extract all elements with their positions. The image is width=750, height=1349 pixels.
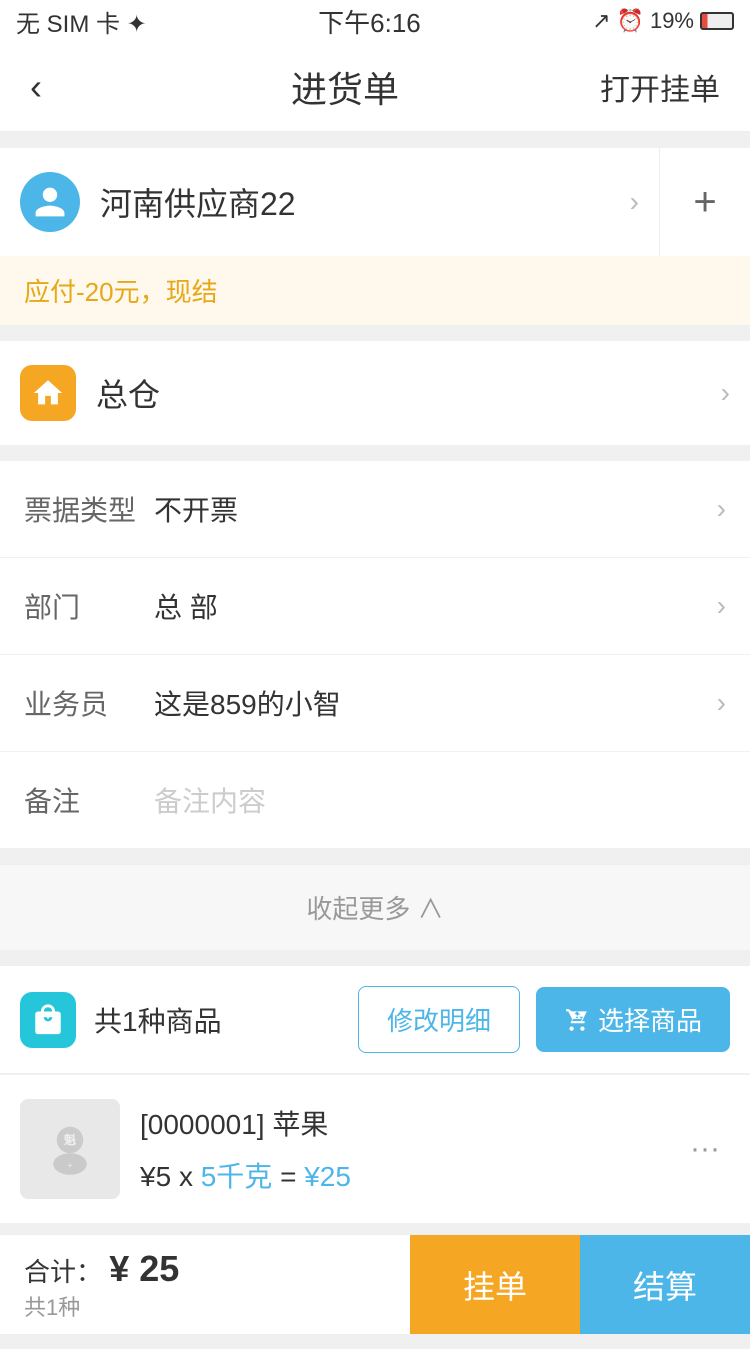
status-bar: 无 SIM 卡 ✦ 下午6:16 ↗ ⏰ 19% (0, 0, 750, 42)
order-count: 共1种 (24, 1290, 386, 1322)
battery-level: 19% (650, 8, 694, 34)
department-row[interactable]: 部门 总 部 › (0, 558, 750, 655)
chevron-right-icon: › (717, 687, 726, 719)
battery-icon (700, 12, 734, 30)
home-icon (31, 376, 65, 410)
edit-detail-button[interactable]: 修改明细 (358, 986, 520, 1053)
total-amount: ¥ 25 (109, 1248, 179, 1289)
unit-price: ¥5 (140, 1161, 171, 1192)
status-right: ↗ ⏰ 19% (592, 8, 734, 34)
products-header: 共1种商品 修改明细 选择商品 (0, 966, 750, 1073)
order-summary: 合计： ¥ 25 共1种 (0, 1235, 410, 1334)
nav-bar: ‹ 进货单 打开挂单 (0, 42, 750, 132)
collapse-button[interactable]: 收起更多 ∧ (0, 864, 750, 950)
hang-order-button[interactable]: 挂单 (410, 1235, 580, 1334)
salesperson-label: 业务员 (24, 683, 154, 723)
form-section: 票据类型 不开票 › 部门 总 部 › 业务员 这是859的小智 › 备注 备注… (0, 461, 750, 848)
ticket-type-row[interactable]: 票据类型 不开票 › (0, 461, 750, 558)
product-item: 魁 + [0000001] 苹果 ¥5 x 5千克 = ¥25 ··· (0, 1075, 750, 1223)
warehouse-selector[interactable]: 总仓 › (0, 341, 750, 445)
supplier-selector[interactable]: 河南供应商22 › (0, 148, 660, 256)
warehouse-icon (20, 365, 76, 421)
cart-add-icon (564, 1007, 590, 1033)
salesperson-value: 这是859的小智 (154, 683, 707, 723)
chevron-right-icon: › (630, 186, 639, 218)
product-price-detail: ¥5 x 5千克 = ¥25 (140, 1155, 680, 1195)
product-default-icon: 魁 + (40, 1119, 100, 1179)
supplier-section: 河南供应商22 › + (0, 148, 750, 256)
shopping-bag-icon (31, 1003, 65, 1037)
alarm-icon: ⏰ (617, 8, 644, 34)
product-total: ¥25 (304, 1161, 351, 1192)
warehouse-name: 总仓 (96, 370, 711, 416)
checkout-button[interactable]: 结算 (580, 1235, 750, 1334)
select-product-button[interactable]: 选择商品 (536, 987, 730, 1052)
notice-bar: 应付-20元，现结 (0, 256, 750, 325)
product-name: [0000001] 苹果 (140, 1103, 680, 1143)
product-info: [0000001] 苹果 ¥5 x 5千克 = ¥25 (140, 1103, 680, 1195)
product-more-button[interactable]: ··· (680, 1122, 730, 1176)
product-thumbnail: 魁 + (20, 1099, 120, 1199)
select-product-label: 选择商品 (598, 1001, 702, 1038)
status-left: 无 SIM 卡 ✦ (16, 4, 147, 39)
product-title: 苹果 (272, 1109, 328, 1140)
ticket-type-label: 票据类型 (24, 489, 154, 529)
product-code: [0000001] (140, 1109, 265, 1140)
bottom-bar: 合计： ¥ 25 共1种 挂单 结算 (0, 1234, 750, 1334)
back-button[interactable]: ‹ (30, 66, 90, 108)
chevron-right-icon: › (717, 590, 726, 622)
total-label: 合计： (24, 1257, 102, 1287)
sim-status: 无 SIM 卡 ✦ (16, 4, 147, 39)
person-icon (32, 184, 68, 220)
remark-input[interactable]: 备注内容 (154, 780, 726, 820)
order-total: 合计： ¥ 25 (24, 1248, 386, 1290)
add-supplier-button[interactable]: + (660, 148, 750, 256)
product-qty: 5千克 (201, 1161, 273, 1192)
supplier-name: 河南供应商22 (100, 179, 620, 225)
salesperson-row[interactable]: 业务员 这是859的小智 › (0, 655, 750, 752)
chevron-right-icon: › (717, 493, 726, 525)
department-label: 部门 (24, 586, 154, 626)
svg-text:+: + (68, 1160, 73, 1170)
location-icon: ↗ (592, 8, 610, 34)
page-title: 进货单 (291, 61, 399, 113)
supplier-avatar (20, 172, 80, 232)
svg-text:魁: 魁 (64, 1132, 76, 1147)
remark-label: 备注 (24, 780, 154, 820)
ticket-type-value: 不开票 (154, 489, 707, 529)
remark-row[interactable]: 备注 备注内容 (0, 752, 750, 848)
status-time: 下午6:16 (318, 3, 421, 40)
products-count: 共1种商品 (94, 1000, 358, 1040)
products-icon (20, 992, 76, 1048)
chevron-right-icon: › (721, 377, 730, 409)
spacer-top (0, 132, 750, 148)
department-value: 总 部 (154, 586, 707, 626)
open-pending-button[interactable]: 打开挂单 (600, 65, 720, 109)
